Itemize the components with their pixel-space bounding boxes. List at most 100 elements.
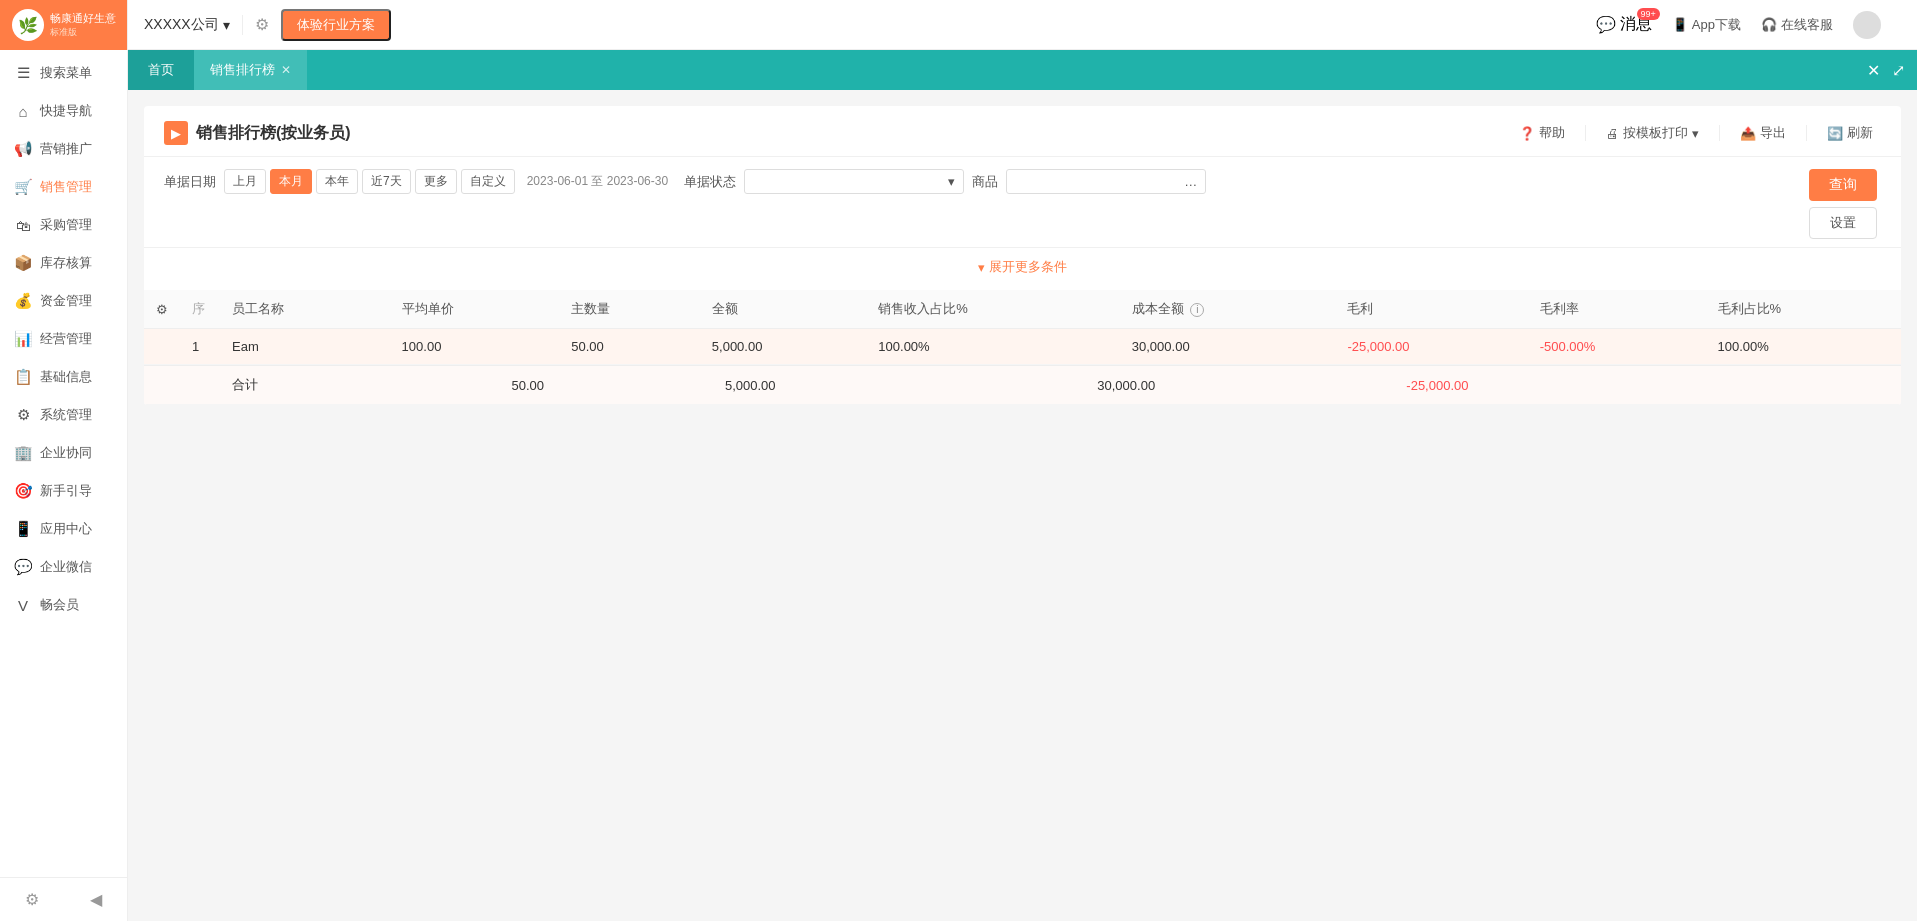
- tab-sales-ranking[interactable]: 销售排行榜 ✕: [194, 50, 307, 90]
- company-selector[interactable]: XXXXX公司 ▾: [144, 16, 230, 34]
- page-header: ▶ 销售排行榜(按业务员) ❓ 帮助 🖨 按模板打印 ▾: [144, 106, 1901, 157]
- sidebar-item-inventory[interactable]: 📦库存核算: [0, 244, 127, 282]
- query-btn[interactable]: 查询: [1809, 169, 1877, 201]
- print-btn[interactable]: 🖨 按模板打印 ▾: [1598, 120, 1707, 146]
- date-prev-btn[interactable]: 上月: [224, 169, 266, 194]
- help-icon: ❓: [1519, 126, 1535, 141]
- sidebar-item-search-order[interactable]: ☰搜索菜单: [0, 54, 127, 92]
- tabbar-right: ✕ ⤢: [1855, 50, 1917, 90]
- export-icon: 📤: [1740, 126, 1756, 141]
- sidebar-label-operation: 经营管理: [40, 330, 92, 348]
- col-amount: 全额: [700, 290, 867, 329]
- cell-settings: [144, 329, 180, 365]
- sidebar-label-sales: 销售管理: [40, 178, 92, 196]
- logo-icon: 🌿: [12, 9, 44, 41]
- cost-info-icon[interactable]: i: [1190, 303, 1204, 317]
- date-custom-btn[interactable]: 自定义: [461, 169, 515, 194]
- sidebar-item-sales[interactable]: 🛒销售管理: [0, 168, 127, 206]
- sidebar-collapse-btn[interactable]: ◀: [82, 886, 110, 913]
- sidebar-item-operation[interactable]: 📊经营管理: [0, 320, 127, 358]
- tab-expand-btn[interactable]: ⤢: [1892, 61, 1905, 80]
- footer-spacer1: [144, 366, 180, 405]
- col-avg-price: 平均单价: [390, 290, 560, 329]
- cell-amount: 5,000.00: [700, 329, 867, 365]
- action-divider-2: [1719, 125, 1720, 141]
- footer-row: 合计 50.00 5,000.00 30,000.00 -25,000.00: [144, 366, 1901, 405]
- print-icon: 🖨: [1606, 126, 1619, 141]
- msg-btn[interactable]: 💬 消息 99+: [1596, 14, 1652, 35]
- sidebar-item-quick-nav[interactable]: ⌂快捷导航: [0, 92, 127, 130]
- topbar-settings-icon[interactable]: ⚙: [255, 15, 269, 34]
- date-year-btn[interactable]: 本年: [316, 169, 358, 194]
- cell-cost: 30,000.00: [1120, 329, 1336, 365]
- settings-btn[interactable]: 设置: [1809, 207, 1877, 239]
- avatar[interactable]: [1853, 11, 1881, 39]
- footer-sales-pct: [995, 366, 1086, 405]
- action-divider-3: [1806, 125, 1807, 141]
- sidebar-item-purchase[interactable]: 🛍采购管理: [0, 206, 127, 244]
- filter-bar: 单据日期 上月 本月 本年 近7天 更多 自定义 2023-06-01 至 20…: [144, 157, 1901, 239]
- sidebar-item-basic[interactable]: 📋基础信息: [0, 358, 127, 396]
- logo-text: 畅康通好生意: [50, 11, 116, 26]
- sidebar-item-wechat[interactable]: 💬 企业微信: [0, 548, 127, 586]
- logo-sub: 标准版: [50, 26, 116, 39]
- sidebar-icon-finance: 💰: [14, 292, 32, 310]
- export-btn[interactable]: 📤 导出: [1732, 120, 1794, 146]
- sidebar-item-member[interactable]: V畅会员: [0, 586, 127, 624]
- goods-input[interactable]: …: [1006, 169, 1206, 194]
- date-7-btn[interactable]: 近7天: [362, 169, 411, 194]
- sidebar-label-quick-nav: 快捷导航: [40, 102, 92, 120]
- company-name: XXXXX公司: [144, 16, 219, 34]
- sidebar-settings-btn[interactable]: ⚙: [17, 886, 47, 913]
- cell-gross: -25,000.00: [1335, 329, 1527, 365]
- sidebar-label-member: 畅会员: [40, 596, 79, 614]
- page-card: ▶ 销售排行榜(按业务员) ❓ 帮助 🖨 按模板打印 ▾: [144, 106, 1901, 405]
- sidebar-icon-enterprise: 🏢: [14, 444, 32, 462]
- msg-icon: 💬: [1596, 15, 1616, 34]
- footer-spacer2: [180, 366, 220, 405]
- sidebar-bottom: ⚙ ◀: [0, 877, 127, 921]
- filter-expand-row: ▾ 展开更多条件: [144, 247, 1901, 290]
- sidebar-item-appcenter[interactable]: 📱应用中心: [0, 510, 127, 548]
- sidebar-icon-system: ⚙: [14, 406, 32, 424]
- page-back-btn[interactable]: ▶: [164, 121, 188, 145]
- sidebar-label-wechat: 企业微信: [40, 558, 92, 576]
- page-title: 销售排行榜(按业务员): [196, 123, 351, 144]
- footer-avg: [409, 366, 500, 405]
- app-label: App下载: [1692, 16, 1741, 34]
- trial-btn[interactable]: 体验行业方案: [281, 9, 391, 41]
- date-cur-btn[interactable]: 本月: [270, 169, 312, 194]
- col-settings[interactable]: ⚙: [144, 290, 180, 329]
- date-more-btn[interactable]: 更多: [415, 169, 457, 194]
- expand-more-btn[interactable]: ▾ 展开更多条件: [962, 252, 1083, 282]
- goods-label: 商品: [972, 173, 998, 191]
- sidebar-label-search-order: 搜索菜单: [40, 64, 92, 82]
- cell-quantity: 50.00: [559, 329, 700, 365]
- sales-table: ⚙ 序 员工名称 平均单价 主数量 全额 销售收入占比% 成本全额 i 毛利: [144, 290, 1901, 365]
- sidebar-item-system[interactable]: ⚙系统管理: [0, 396, 127, 434]
- footer-quantity: 50.00: [499, 366, 713, 405]
- footer-cost: 30,000.00: [1085, 366, 1394, 405]
- sidebar-icon-wechat: 💬: [14, 558, 32, 576]
- sidebar-item-enterprise[interactable]: 🏢企业协同: [0, 434, 127, 472]
- date-range: 2023-06-01 至 2023-06-30: [527, 173, 668, 190]
- sidebar-item-marketing[interactable]: 📢营销推广: [0, 130, 127, 168]
- tab-home[interactable]: 首页: [128, 50, 194, 90]
- tab-close-btn[interactable]: ✕: [1867, 61, 1880, 80]
- refresh-btn[interactable]: 🔄 刷新: [1819, 120, 1881, 146]
- cell-gross-pct: 100.00%: [1706, 329, 1902, 365]
- app-download-btn[interactable]: 📱 App下载: [1672, 16, 1741, 34]
- service-btn[interactable]: 🎧 在线客服: [1761, 16, 1833, 34]
- status-select[interactable]: ▾: [744, 169, 964, 194]
- cell-sales-pct: 100.00%: [866, 329, 1119, 365]
- tab-close-icon[interactable]: ✕: [281, 63, 291, 77]
- action-btn-group: 查询 设置: [1809, 169, 1881, 239]
- col-quantity: 主数量: [559, 290, 700, 329]
- status-label: 单据状态: [684, 173, 736, 191]
- cell-no: 1: [180, 329, 220, 365]
- sidebar-icon-inventory: 📦: [14, 254, 32, 272]
- sidebar-item-finance[interactable]: 💰资金管理: [0, 282, 127, 320]
- date-filter-group: 上月 本月 本年 近7天 更多 自定义: [224, 169, 515, 194]
- sidebar-item-guide[interactable]: 🎯新手引导: [0, 472, 127, 510]
- help-btn[interactable]: ❓ 帮助: [1511, 120, 1573, 146]
